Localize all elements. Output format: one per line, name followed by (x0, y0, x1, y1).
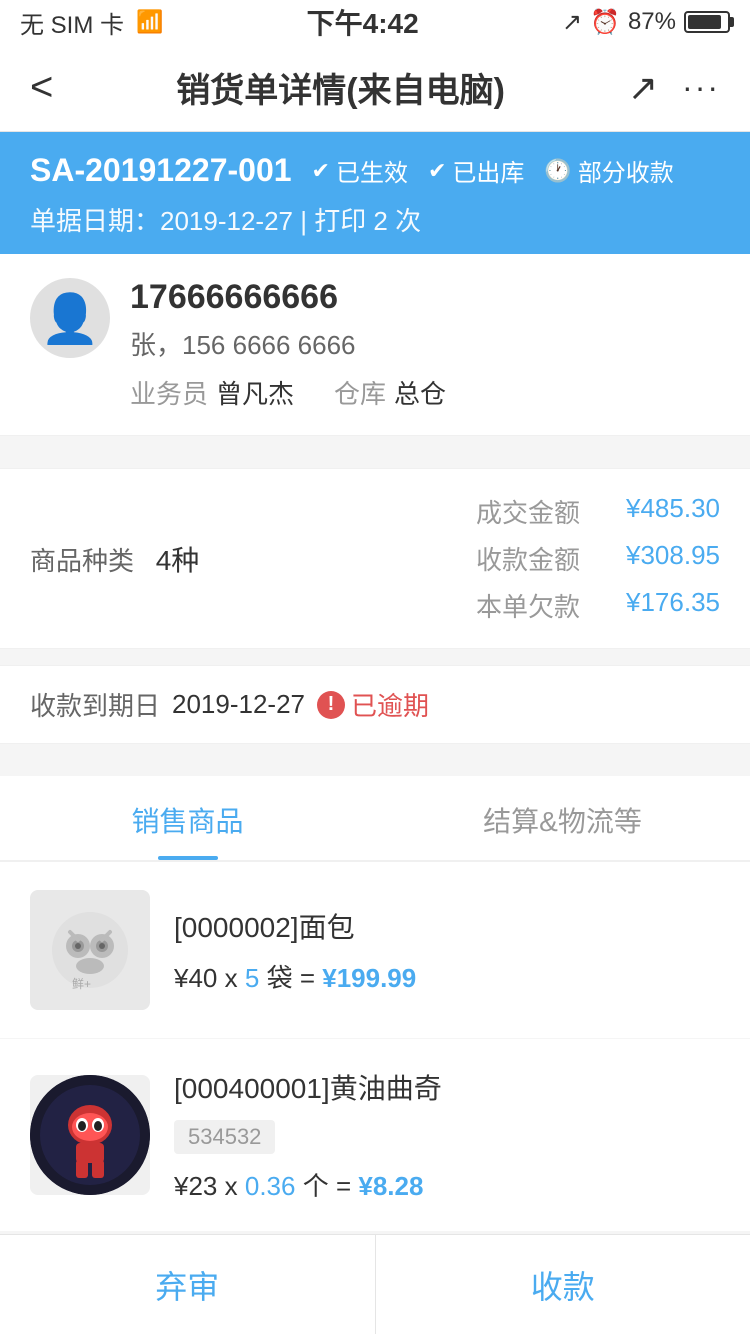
price-eq-1: = (300, 963, 322, 993)
header-banner: SA-20191227-001 ✔ 已生效 ✔ 已出库 🕐 部分收款 单据日期：… (0, 132, 750, 254)
price-value-2: ¥23 (174, 1171, 217, 1201)
customer-contact: 张，156 6666 6666 (130, 325, 720, 362)
nav-bar: < 销货单详情(来自电脑) ↗ ··· (0, 44, 750, 132)
due-date: 2019-12-27 (172, 689, 305, 720)
warehouse-label: 仓库 (334, 374, 386, 411)
qty-value-2: 0.36 (245, 1171, 296, 1201)
badge-shipped: ✔ 已出库 (428, 153, 524, 188)
due-label: 收款到期日 (30, 686, 160, 723)
cancel-button[interactable]: 弃审 (0, 1235, 376, 1334)
collect-button[interactable]: 收款 (376, 1235, 750, 1334)
collected-row: 收款金额 ¥308.95 (476, 540, 720, 577)
unit-2: 个 (303, 1171, 329, 1201)
price-x-2: x (225, 1171, 245, 1201)
unit-1: 袋 (267, 963, 293, 993)
more-button[interactable]: ··· (682, 69, 720, 106)
bottom-bar: 弃审 收款 (0, 1234, 750, 1334)
customer-name: 17666666666 (130, 278, 720, 317)
qty-value-1: 5 (245, 963, 259, 993)
warehouse-value: 总仓 (394, 374, 446, 411)
deal-amount-label: 成交金额 (476, 493, 580, 530)
divider-2 (0, 744, 750, 760)
salesperson-label: 业务员 (130, 374, 208, 411)
overdue-badge: ! 已逾期 (317, 686, 429, 723)
product-name-2: [000400001]黄油曲奇 (174, 1067, 720, 1107)
clock-icon: 🕐 (544, 158, 571, 184)
avatar-icon: 👤 (40, 290, 100, 347)
deal-amount-row: 成交金额 ¥485.30 (476, 493, 720, 530)
badge-effective: ✔ 已生效 (312, 153, 408, 188)
alarm-icon: ⏰ (590, 8, 620, 37)
battery-icon (684, 11, 730, 33)
warehouse-item: 仓库 总仓 (334, 374, 446, 411)
customer-section: 👤 17666666666 张，156 6666 6666 业务员 曾凡杰 仓库… (0, 254, 750, 436)
product-info-1: [0000002]面包 ¥40 x 5 袋 = ¥199.99 (174, 906, 720, 995)
total-value-1: ¥199.99 (322, 963, 416, 993)
battery-fill (688, 15, 721, 29)
order-id: SA-20191227-001 (30, 152, 292, 189)
product-image-2 (30, 1075, 150, 1195)
list-item: 鲜+ [0000002]面包 ¥40 x 5 袋 = ¥199.99 (0, 862, 750, 1039)
overdue-icon: ! (317, 691, 345, 719)
wifi-icon: 📶 (136, 9, 163, 35)
owl-icon: 鲜+ (50, 910, 130, 990)
product-price-2: ¥23 x 0.36 个 = ¥8.28 (174, 1166, 720, 1203)
product-info-2: [000400001]黄油曲奇 534532 ¥23 x 0.36 个 = ¥8… (174, 1067, 720, 1203)
product-type-info: 商品种类 4种 (30, 539, 199, 579)
tabs: 销售商品 结算&物流等 (0, 776, 750, 862)
product-circle-img (30, 1075, 150, 1195)
product-count: 4种 (156, 545, 200, 576)
product-type-label: 商品种类 (30, 546, 134, 576)
amount-info: 成交金额 ¥485.30 收款金额 ¥308.95 本单欠款 ¥176.35 (476, 493, 720, 624)
location-icon: ↗ (562, 8, 582, 37)
status-bar: 无 SIM 卡 📶 下午4:42 ↗ ⏰ 87% (0, 0, 750, 44)
summary-section: 商品种类 4种 成交金额 ¥485.30 收款金额 ¥308.95 本单欠款 ¥… (0, 468, 750, 649)
product-price-1: ¥40 x 5 袋 = ¥199.99 (174, 958, 720, 995)
collected-label: 收款金额 (476, 540, 580, 577)
nav-actions: ↗ ··· (628, 67, 720, 109)
carrier-text: 无 SIM 卡 (20, 5, 124, 40)
collected-value: ¥308.95 (600, 540, 720, 577)
price-value-1: ¥40 (174, 963, 217, 993)
tab-settlement[interactable]: 结算&物流等 (375, 776, 750, 860)
salesperson-item: 业务员 曾凡杰 (130, 374, 294, 411)
product-name-1: [0000002]面包 (174, 906, 720, 946)
owed-row: 本单欠款 ¥176.35 (476, 587, 720, 624)
status-left: 无 SIM 卡 📶 (20, 5, 163, 40)
back-button[interactable]: < (30, 65, 53, 110)
tab-sales-products[interactable]: 销售商品 (0, 776, 375, 860)
status-time: 下午4:42 (307, 2, 419, 42)
overdue-text: 已逾期 (351, 686, 429, 723)
badge-partial: 🕐 部分收款 (544, 153, 673, 188)
customer-info: 17666666666 张，156 6666 6666 业务员 曾凡杰 仓库 总… (130, 278, 720, 411)
salesperson-value: 曾凡杰 (216, 374, 294, 411)
status-right: ↗ ⏰ 87% (562, 8, 730, 37)
product-list: 鲜+ [0000002]面包 ¥40 x 5 袋 = ¥199.99 (0, 862, 750, 1232)
check-icon-2: ✔ (428, 158, 446, 184)
deal-amount-value: ¥485.30 (600, 493, 720, 530)
total-value-2: ¥8.28 (358, 1171, 423, 1201)
list-item: [000400001]黄油曲奇 534532 ¥23 x 0.36 个 = ¥8… (0, 1039, 750, 1232)
price-x-1: x (225, 963, 245, 993)
due-section: 收款到期日 2019-12-27 ! 已逾期 (0, 665, 750, 744)
page-title: 销货单详情(来自电脑) (176, 63, 505, 112)
svg-text:鲜+: 鲜+ (72, 977, 91, 990)
owed-value: ¥176.35 (600, 587, 720, 624)
price-eq-2: = (336, 1171, 358, 1201)
product-image-1: 鲜+ (30, 890, 150, 1010)
share-button[interactable]: ↗ (628, 67, 658, 109)
battery-percent: 87% (628, 8, 676, 36)
owed-label: 本单欠款 (476, 587, 580, 624)
banner-top: SA-20191227-001 ✔ 已生效 ✔ 已出库 🕐 部分收款 (30, 152, 720, 189)
avatar: 👤 (30, 278, 110, 358)
check-icon-1: ✔ (312, 158, 330, 184)
divider-1 (0, 436, 750, 452)
summary-row: 商品种类 4种 成交金额 ¥485.30 收款金额 ¥308.95 本单欠款 ¥… (30, 493, 720, 624)
customer-meta: 业务员 曾凡杰 仓库 总仓 (130, 374, 720, 411)
product-placeholder-1: 鲜+ (30, 890, 150, 1010)
order-date-info: 单据日期：2019-12-27 | 打印 2 次 (30, 201, 720, 238)
product-sku-2: 534532 (174, 1120, 275, 1154)
product-logo-icon (30, 1075, 150, 1195)
